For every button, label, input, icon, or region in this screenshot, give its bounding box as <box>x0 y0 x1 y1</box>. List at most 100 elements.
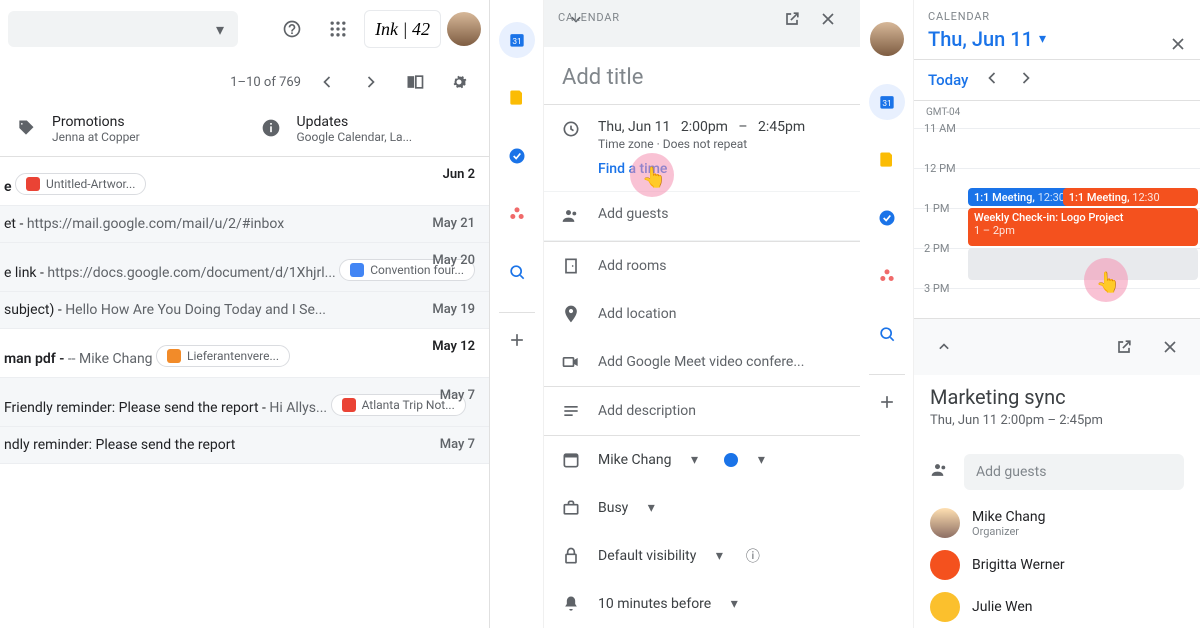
settings-icon[interactable] <box>441 64 477 100</box>
mail-subject: Friendly reminder: Please send the repor… <box>4 400 269 416</box>
calendar-owner-row[interactable]: Mike Chang ▾ ▾ <box>544 436 860 484</box>
add-location-row[interactable]: Add location <box>544 290 860 338</box>
location-icon <box>560 304 582 324</box>
open-external-icon[interactable] <box>774 1 810 37</box>
clock-icon <box>560 119 582 139</box>
create-event-pane: 31 CALENDAR Add title Thu, Jun 11 <box>490 0 860 628</box>
svg-text:31: 31 <box>882 99 891 109</box>
chevron-down-icon[interactable]: ▾ <box>1039 31 1046 47</box>
rail-search-icon[interactable] <box>869 316 905 352</box>
attachment-chip[interactable]: Untitled-Artwor... <box>15 173 146 195</box>
find-a-time-link[interactable]: Find a time <box>598 151 667 177</box>
calendar-event[interactable]: Weekly Check-in: Logo Project 1 – 2pm <box>968 208 1198 246</box>
people-icon <box>930 460 950 484</box>
busy-row[interactable]: Busy ▾ <box>544 484 860 532</box>
rail-add-icon[interactable] <box>869 374 905 410</box>
rail-search-icon[interactable] <box>499 254 535 290</box>
rail-keep-icon[interactable] <box>499 80 535 116</box>
attachment-chip[interactable]: Lieferantenvere... <box>156 345 290 367</box>
svg-text:31: 31 <box>512 37 521 47</box>
help-small-icon[interactable]: ⓘ <box>746 546 760 566</box>
avatar <box>930 592 960 622</box>
close-icon[interactable] <box>1152 329 1188 365</box>
rail-add-icon[interactable] <box>499 312 535 348</box>
mail-row[interactable]: e Jun 2 Untitled-Artwor... <box>0 157 489 206</box>
create-topbar: CALENDAR <box>544 0 860 47</box>
room-icon <box>560 256 582 276</box>
new-event-placeholder[interactable] <box>968 248 1198 280</box>
people-icon <box>560 206 582 226</box>
mail-subject: e link - <box>4 265 47 281</box>
event-title-input[interactable]: Add title <box>544 47 860 105</box>
side-rail: 31 <box>490 0 544 628</box>
pagination-range: 1–10 of 769 <box>230 75 301 90</box>
visibility-row[interactable]: Default visibility ▾ ⓘ <box>544 532 860 580</box>
event-time-row[interactable]: Thu, Jun 11 2:00pm – 2:45pm Time zone · … <box>544 105 860 192</box>
add-description-row[interactable]: Add description <box>544 387 860 435</box>
mail-date: May 12 <box>432 339 475 354</box>
next-page-button[interactable] <box>353 64 389 100</box>
mail-subject: e <box>4 179 12 195</box>
briefcase-icon <box>560 498 582 518</box>
rail-calendar-icon[interactable]: 31 <box>869 84 905 120</box>
add-guests-row[interactable]: Add guests <box>544 192 860 241</box>
tab-updates[interactable]: Updates Google Calendar, La... <box>245 114 490 144</box>
rail-keep-icon[interactable] <box>869 142 905 178</box>
help-icon[interactable] <box>272 9 312 49</box>
today-button[interactable]: Today <box>928 71 968 89</box>
calendar-color-dot[interactable] <box>724 453 738 467</box>
lock-icon <box>560 546 582 566</box>
rail-asana-icon[interactable] <box>869 258 905 294</box>
day-grid[interactable]: 11 AM 12 PM 1 PM 2 PM 3 PM 1:1 Meeting, … <box>914 118 1200 318</box>
rail-tasks-icon[interactable] <box>869 200 905 236</box>
split-pane-button[interactable] <box>397 64 433 100</box>
add-guests-input[interactable]: Add guests <box>964 454 1184 490</box>
mail-row[interactable]: et - https://mail.google.com/mail/u/2/#i… <box>0 206 489 243</box>
collapse-detail-button[interactable] <box>926 329 962 365</box>
calendar-small-icon <box>560 450 582 470</box>
apps-icon[interactable] <box>318 9 358 49</box>
avatar <box>930 508 960 538</box>
close-icon[interactable] <box>810 1 846 37</box>
rail-calendar-icon[interactable]: 31 <box>499 22 535 58</box>
mail-date: May 7 <box>440 437 475 452</box>
next-day-button[interactable] <box>1016 68 1036 92</box>
account-avatar-small[interactable] <box>870 22 904 56</box>
mail-subject: subject) - <box>4 302 65 318</box>
event-detail-when: Thu, Jun 11 2:00pm – 2:45pm <box>930 413 1184 428</box>
side-rail-right: 31 <box>860 0 914 628</box>
mail-row[interactable]: ndly reminder: Please send the report Ma… <box>0 427 489 464</box>
tab-promotions[interactable]: Promotions Jenna at Copper <box>0 114 245 144</box>
workspace-logo[interactable]: Ink | 42 <box>364 10 441 48</box>
event-detail: Marketing sync Thu, Jun 11 2:00pm – 2:45… <box>914 318 1200 628</box>
gmail-toolbar: 1–10 of 769 <box>0 58 489 106</box>
prev-day-button[interactable] <box>982 68 1002 92</box>
label-dropdown[interactable]: ▾ <box>8 11 238 47</box>
calendar-date-title[interactable]: Thu, Jun 11 <box>928 27 1033 51</box>
mail-subject: et - <box>4 216 27 232</box>
mail-row[interactable]: man pdf - -- Mike Chang May 12 Lieferant… <box>0 329 489 378</box>
prev-page-button[interactable] <box>309 64 345 100</box>
mail-row[interactable]: subject) - Hello How Are You Doing Today… <box>0 292 489 329</box>
info-icon <box>257 114 285 142</box>
guest-row[interactable]: Julie Wen <box>914 586 1200 628</box>
video-icon <box>560 352 582 372</box>
open-external-icon[interactable] <box>1106 329 1142 365</box>
guest-row[interactable]: Brigitta Werner <box>914 544 1200 586</box>
mail-date: May 20 <box>432 253 475 268</box>
rail-tasks-icon[interactable] <box>499 138 535 174</box>
mail-row[interactable]: e link - https://docs.google.com/documen… <box>0 243 489 292</box>
reminder-row[interactable]: 10 minutes before ▾ <box>544 580 860 628</box>
close-icon[interactable] <box>1160 26 1196 62</box>
add-rooms-row[interactable]: Add rooms <box>544 242 860 290</box>
add-meet-row[interactable]: Add Google Meet video confere... <box>544 338 860 386</box>
avatar <box>930 550 960 580</box>
guest-row[interactable]: Mike ChangOrganizer <box>914 502 1200 544</box>
calendar-header: CALENDAR Thu, Jun 11 ▾ <box>914 0 1200 59</box>
account-avatar[interactable] <box>447 12 481 46</box>
mail-row[interactable]: Friendly reminder: Please send the repor… <box>0 378 489 427</box>
calendar-pane: 31 CALENDAR Thu, Jun 11 ▾ Today GMT-04 1… <box>860 0 1200 628</box>
mail-date: May 7 <box>440 388 475 403</box>
rail-asana-icon[interactable] <box>499 196 535 232</box>
calendar-event[interactable]: 1:1 Meeting, 12:30 <box>1063 188 1198 206</box>
